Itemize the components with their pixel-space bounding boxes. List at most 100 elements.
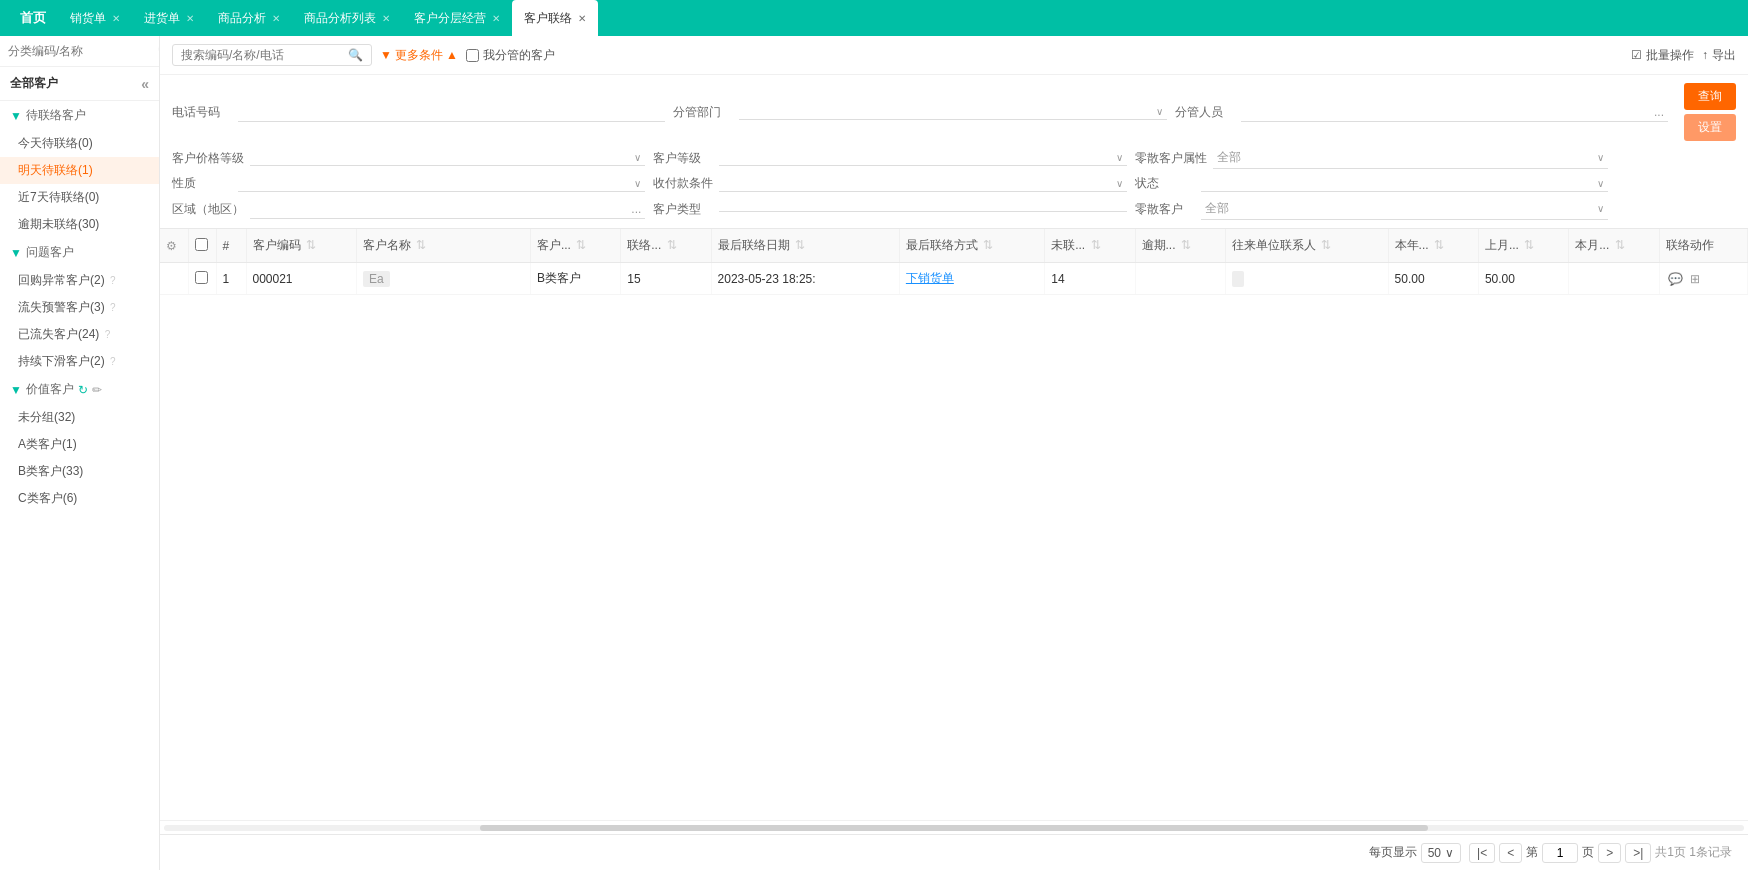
more-conditions-btn[interactable]: ▼ 更多条件 ▲ [380, 47, 458, 64]
nav-customer-contact[interactable]: 客户联络 ✕ [512, 0, 598, 36]
query-button[interactable]: 查询 [1684, 83, 1736, 110]
sidebar-item-class-c[interactable]: C类客户(6) [0, 485, 159, 512]
cell-code: 000021 [246, 263, 357, 295]
select-all-checkbox[interactable] [195, 238, 208, 251]
sort-icon[interactable]: ⇅ [667, 238, 677, 252]
nav-close-icon[interactable]: ✕ [186, 13, 194, 24]
sidebar-all-customers[interactable]: 全部客户 « [0, 67, 159, 101]
filter-icon: ▼ [380, 48, 392, 62]
filter-nature: 性质 ∨ [172, 175, 645, 192]
sort-icon[interactable]: ⇅ [306, 238, 316, 252]
status-label: 状态 [1135, 175, 1195, 192]
cell-overdue [1135, 263, 1225, 295]
sidebar-item-today[interactable]: 今天待联络(0) [0, 130, 159, 157]
refresh-icon[interactable]: ↻ [78, 383, 88, 397]
prev-page-btn[interactable]: < [1499, 843, 1522, 863]
sort-icon[interactable]: ⇅ [983, 238, 993, 252]
price-level-select[interactable]: ∨ [250, 150, 645, 166]
search-input[interactable] [181, 48, 348, 62]
sidebar-item-overdue[interactable]: 逾期未联络(30) [0, 211, 159, 238]
status-select[interactable]: ∨ [1201, 176, 1608, 192]
sidebar-item-churn-warning[interactable]: 流失预警客户(3) ? [0, 294, 159, 321]
horizontal-scrollbar[interactable] [160, 820, 1748, 834]
sidebar-search-input[interactable] [8, 44, 158, 58]
sort-icon[interactable]: ⇅ [416, 238, 426, 252]
nav-purchase-order[interactable]: 进货单 ✕ [132, 0, 206, 36]
phone-input[interactable] [238, 103, 665, 122]
chevron-down-icon: ∨ [634, 152, 641, 163]
sort-icon[interactable]: ⇅ [1181, 238, 1191, 252]
sort-icon[interactable]: ⇅ [795, 238, 805, 252]
dept-select[interactable]: ∨ [739, 104, 1166, 120]
customer-level-select[interactable]: ∨ [719, 150, 1126, 166]
retail-customer-select[interactable]: 全部 ∨ [1201, 198, 1608, 220]
first-page-btn[interactable]: |< [1469, 843, 1495, 863]
my-customers-check[interactable] [466, 49, 479, 62]
action-chat-icon[interactable]: 💬 [1668, 272, 1683, 286]
sort-icon[interactable]: ⇅ [1524, 238, 1534, 252]
help-icon: ? [110, 356, 116, 367]
sidebar-item-tomorrow[interactable]: 明天待联络(1) [0, 157, 159, 184]
sort-icon[interactable]: ⇅ [576, 238, 586, 252]
sidebar-item-abnormal-repurchase[interactable]: 回购异常客户(2) ? [0, 267, 159, 294]
chevron-down-icon: ∨ [1597, 203, 1604, 214]
sort-icon[interactable]: ⇅ [1321, 238, 1331, 252]
filter-status: 状态 ∨ [1135, 175, 1608, 192]
nav-customer-segmentation[interactable]: 客户分层经营 ✕ [402, 0, 512, 36]
settings-button[interactable]: 设置 [1684, 114, 1736, 141]
contact-way-link[interactable]: 下销货单 [906, 271, 954, 285]
triangle-icon: ▼ [10, 383, 22, 397]
customer-type-select[interactable] [719, 207, 1126, 212]
filter-manager: 分管人员 ... [1175, 103, 1668, 122]
col-gear: ⚙ [160, 229, 188, 263]
area-select[interactable]: ... [250, 200, 645, 219]
nav-close-icon[interactable]: ✕ [272, 13, 280, 24]
manager-select[interactable]: ... [1241, 103, 1668, 122]
chevron-down-icon: ∨ [1445, 846, 1454, 860]
col-this-year: 本年... ⇅ [1388, 229, 1478, 263]
dots-icon[interactable]: ... [631, 202, 641, 216]
sort-icon[interactable]: ⇅ [1434, 238, 1444, 252]
sidebar-item-churned[interactable]: 已流失客户(24) ? [0, 321, 159, 348]
filter-retail-attr: 零散客户属性 全部 ∨ [1135, 147, 1608, 169]
retail-attr-select[interactable]: 全部 ∨ [1213, 147, 1608, 169]
action-grid-icon[interactable]: ⊞ [1690, 272, 1700, 286]
payment-select[interactable]: ∨ [719, 176, 1126, 192]
next-page-btn[interactable]: > [1598, 843, 1621, 863]
triangle-icon: ▼ [10, 109, 22, 123]
sort-icon[interactable]: ⇅ [1615, 238, 1625, 252]
nav-close-icon[interactable]: ✕ [112, 13, 120, 24]
edit-icon[interactable]: ✏ [92, 383, 102, 397]
nav-home[interactable]: 首页 [8, 0, 58, 36]
page-unit: 页 [1582, 844, 1594, 861]
col-last-date: 最后联络日期 ⇅ [711, 229, 899, 263]
search-submit-icon[interactable]: 🔍 [348, 48, 363, 62]
scroll-thumb[interactable] [480, 825, 1428, 831]
col-unit-contact: 往来单位联系人 ⇅ [1225, 229, 1388, 263]
nav-close-icon[interactable]: ✕ [578, 13, 586, 24]
gear-settings-icon[interactable]: ⚙ [166, 239, 177, 253]
sidebar-item-declining[interactable]: 持续下滑客户(2) ? [0, 348, 159, 375]
last-page-btn[interactable]: >| [1625, 843, 1651, 863]
nav-close-icon[interactable]: ✕ [492, 13, 500, 24]
help-icon: ? [110, 302, 116, 313]
sidebar-item-class-a[interactable]: A类客户(1) [0, 431, 159, 458]
nav-product-analysis-list[interactable]: 商品分析列表 ✕ [292, 0, 402, 36]
nature-select[interactable]: ∨ [238, 176, 645, 192]
sidebar-collapse-icon[interactable]: « [141, 76, 149, 92]
page-size-box[interactable]: 50 ∨ [1421, 843, 1461, 863]
sort-icon[interactable]: ⇅ [1091, 238, 1101, 252]
export-btn[interactable]: ↑ 导出 [1702, 47, 1736, 64]
sidebar-item-ungrouped[interactable]: 未分组(32) [0, 404, 159, 431]
row-checkbox[interactable] [195, 271, 208, 284]
nav-close-icon[interactable]: ✕ [382, 13, 390, 24]
my-customers-checkbox[interactable]: 我分管的客户 [466, 47, 555, 64]
nav-product-analysis[interactable]: 商品分析 ✕ [206, 0, 292, 36]
sidebar-item-class-b[interactable]: B类客户(33) [0, 458, 159, 485]
dots-icon[interactable]: ... [1654, 105, 1664, 119]
page-input[interactable] [1542, 843, 1578, 863]
nav-sales-order[interactable]: 销货单 ✕ [58, 0, 132, 36]
sidebar: 🔍 全部客户 « ▼ 待联络客户 今天待联络(0) 明天待联络(1) 近7天待联… [0, 36, 160, 870]
sidebar-item-7days[interactable]: 近7天待联络(0) [0, 184, 159, 211]
batch-op-btn[interactable]: ☑ 批量操作 [1631, 47, 1694, 64]
